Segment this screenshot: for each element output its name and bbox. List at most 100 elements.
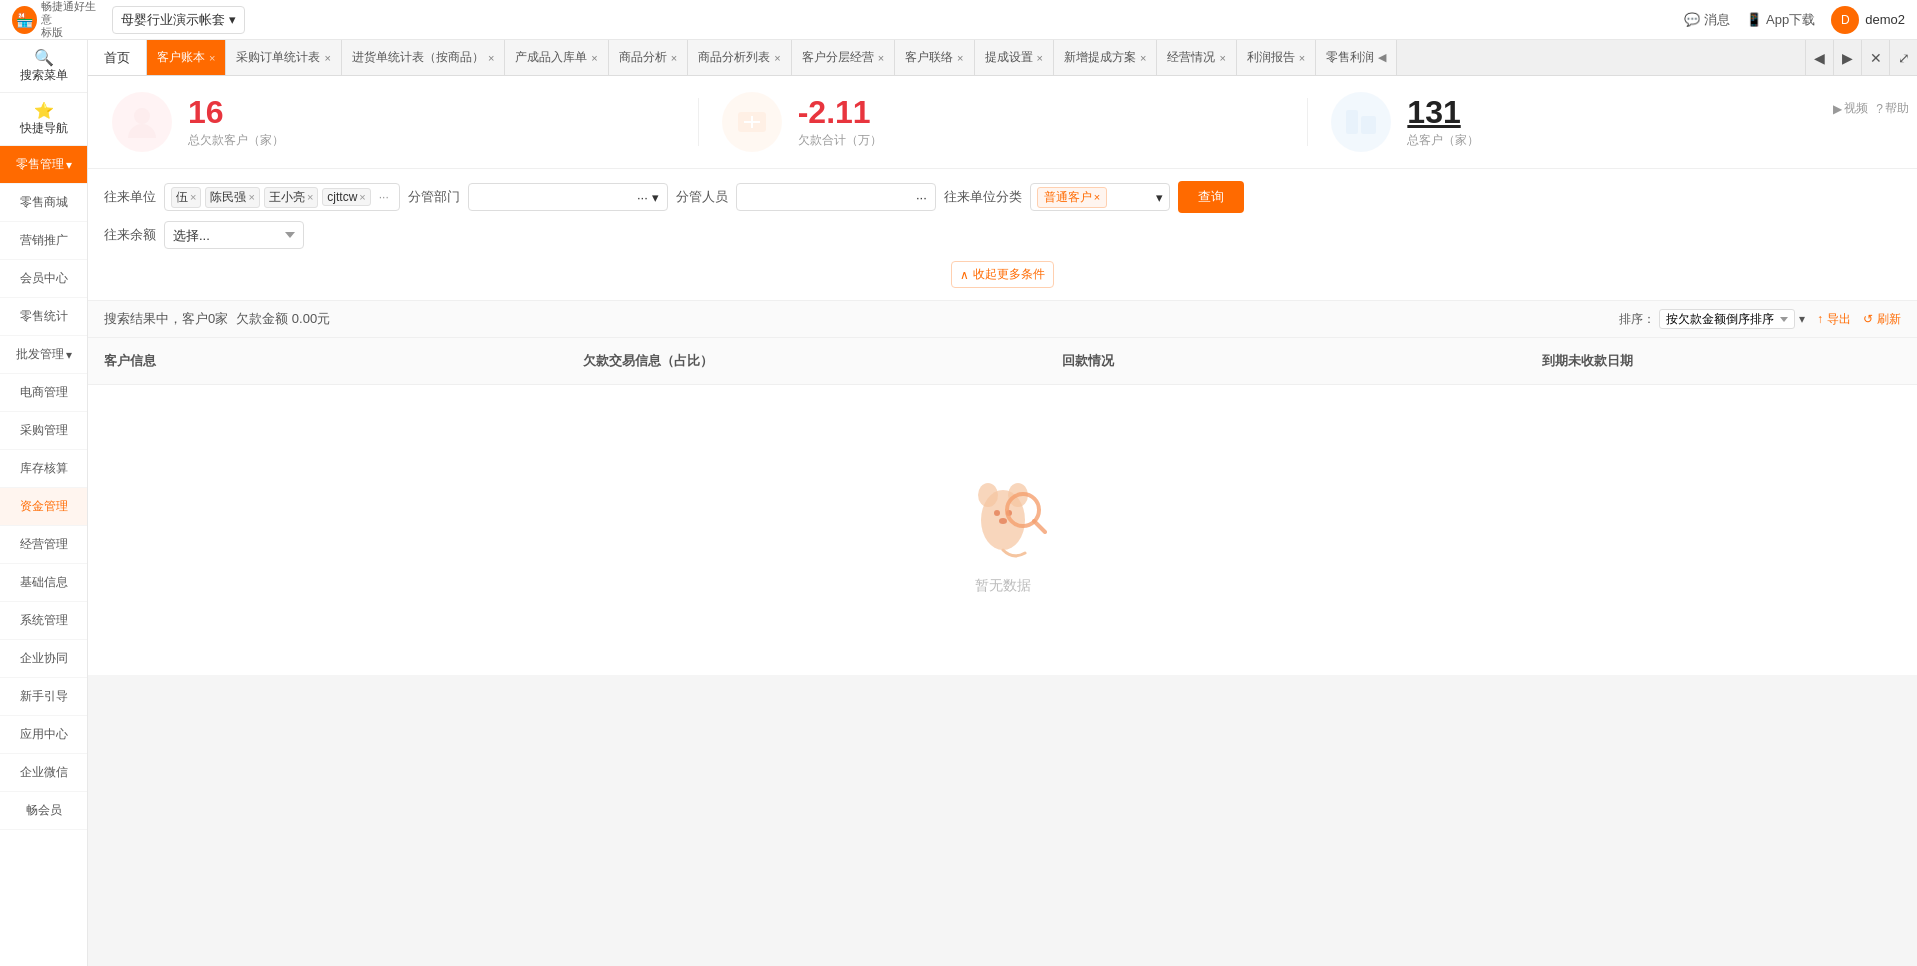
tab-close-icon[interactable]: ×: [878, 52, 884, 64]
sidebar-item-app-center[interactable]: 应用中心: [0, 716, 87, 754]
help-link[interactable]: ? 帮助: [1876, 100, 1909, 117]
stat-icon-1: [112, 92, 172, 152]
tab-close-icon[interactable]: ×: [488, 52, 494, 64]
tab-purchase-order-stats[interactable]: 采购订单统计表 ×: [226, 40, 341, 75]
unit-tags-input[interactable]: 伍 × 陈民强 × 王小亮 × cjttcw ×: [164, 183, 400, 211]
tab-close-icon[interactable]: ◀: [1378, 51, 1386, 64]
tab-prev-button[interactable]: ◀: [1805, 40, 1833, 76]
sort-chevron-icon: ▾: [1799, 312, 1805, 326]
tab-close-icon[interactable]: ×: [774, 52, 780, 64]
sys-mgmt-label: 系统管理: [4, 612, 83, 629]
person-select[interactable]: ···: [736, 183, 936, 211]
sidebar-item-inventory[interactable]: 库存核算: [0, 450, 87, 488]
sidebar-item-sys-mgmt[interactable]: 系统管理: [0, 602, 87, 640]
refresh-button[interactable]: ↺ 刷新: [1863, 311, 1901, 328]
tab-purchase-stats-product[interactable]: 进货单统计表（按商品） ×: [342, 40, 505, 75]
tab-close-icon[interactable]: ×: [1037, 52, 1043, 64]
tab-product-cost-entry[interactable]: 产成品入库单 ×: [505, 40, 608, 75]
tab-close-icon[interactable]: ×: [1299, 52, 1305, 64]
sidebar-search[interactable]: 🔍 搜索菜单: [0, 40, 87, 93]
username-label: demo2: [1865, 12, 1905, 27]
tab-maximize-button[interactable]: ⤢: [1889, 40, 1917, 76]
unit-tag-chen-close[interactable]: ×: [248, 191, 254, 203]
sidebar-item-ecommerce[interactable]: 电商管理: [0, 374, 87, 412]
tab-close-icon[interactable]: ×: [591, 52, 597, 64]
logo-version: 标版: [41, 26, 100, 39]
sidebar-item-capital-mgmt[interactable]: 资金管理: [0, 488, 87, 526]
unit-class-tag-close[interactable]: ×: [1094, 191, 1100, 203]
main-layout: 🔍 搜索菜单 ⭐ 快捷导航 零售管理 ▾ 零售商城 营销推广 会员中心 零售统计…: [0, 40, 1917, 966]
collapse-filters-button[interactable]: ∧ 收起更多条件: [951, 261, 1054, 288]
tab-close-icon[interactable]: ×: [209, 52, 215, 64]
svg-point-5: [978, 483, 998, 507]
tab-retail-profit[interactable]: 零售利润 ◀: [1316, 40, 1397, 75]
tab-product-analysis-list[interactable]: 商品分析列表 ×: [688, 40, 791, 75]
sidebar-item-vip-member[interactable]: 畅会员: [0, 792, 87, 830]
sidebar-item-member-center[interactable]: 会员中心: [0, 260, 87, 298]
tab-close-icon[interactable]: ×: [324, 52, 330, 64]
sidebar-item-zero-retail[interactable]: 零售管理 ▾: [0, 146, 87, 184]
tab-close-all-button[interactable]: ✕: [1861, 40, 1889, 76]
refresh-label: 刷新: [1877, 311, 1901, 328]
sidebar-item-marketing[interactable]: 营销推广: [0, 222, 87, 260]
tenant-selector[interactable]: 母婴行业演示帐套 ▾: [112, 6, 245, 34]
tab-close-icon[interactable]: ×: [1219, 52, 1225, 64]
unit-tag-wang-close[interactable]: ×: [307, 191, 313, 203]
chevron-up-icon: ∧: [960, 268, 969, 282]
tab-home[interactable]: 首页: [88, 40, 147, 75]
chevron-down-icon: ▾: [229, 12, 236, 27]
unit-tag-chen: 陈民强 ×: [205, 187, 259, 208]
app-download-label: App下载: [1766, 11, 1815, 29]
marketing-label: 营销推广: [4, 232, 83, 249]
query-button[interactable]: 查询: [1178, 181, 1244, 213]
sort-label: 排序：: [1619, 311, 1655, 328]
unit-class-select[interactable]: 普通客户 × ▾: [1030, 183, 1170, 211]
unit-tag-wang: 王小亮 ×: [264, 187, 318, 208]
sidebar-item-batch-mgmt[interactable]: 批发管理 ▾: [0, 336, 87, 374]
user-menu[interactable]: D demo2: [1831, 6, 1905, 34]
dept-select[interactable]: ··· ▾: [468, 183, 668, 211]
balance-select[interactable]: 选择...: [164, 221, 304, 249]
filter-more-btn[interactable]: ···: [375, 188, 393, 206]
sidebar-item-zero-mall[interactable]: 零售商城: [0, 184, 87, 222]
stat-info-3: 131 总客户（家）: [1407, 96, 1479, 149]
stat-card-customers: 16 总欠款客户（家）: [88, 92, 698, 152]
message-button[interactable]: 💬 消息: [1684, 11, 1730, 29]
unit-tag-wu-close[interactable]: ×: [190, 191, 196, 203]
export-button[interactable]: ↑ 导出: [1817, 311, 1851, 328]
tab-next-button[interactable]: ▶: [1833, 40, 1861, 76]
top-bar-actions: 💬 消息 📱 App下载 D demo2: [1684, 6, 1905, 34]
tab-product-analysis[interactable]: 商品分析 ×: [609, 40, 688, 75]
tab-bar: 首页 客户账本 × 采购订单统计表 × 进货单统计表（按商品） × 产成品入库单…: [88, 40, 1917, 76]
tab-new-promote-plan[interactable]: 新增提成方案 ×: [1054, 40, 1157, 75]
refresh-icon: ↺: [1863, 312, 1873, 326]
tab-close-icon[interactable]: ×: [1140, 52, 1146, 64]
tab-close-icon[interactable]: ×: [957, 52, 963, 64]
balance-filter-label: 往来余额: [104, 226, 156, 244]
stat-icon-area-3: [1331, 92, 1391, 152]
video-link[interactable]: ▶ 视频: [1833, 100, 1868, 117]
sidebar-quick-nav[interactable]: ⭐ 快捷导航: [0, 93, 87, 146]
svg-line-10: [1034, 521, 1045, 532]
base-info-label: 基础信息: [4, 574, 83, 591]
content-area: 首页 客户账本 × 采购订单统计表 × 进货单统计表（按商品） × 产成品入库单…: [88, 40, 1917, 966]
stat-info-1: 16 总欠款客户（家）: [188, 96, 284, 149]
tab-profit-report[interactable]: 利润报告 ×: [1237, 40, 1316, 75]
sidebar-item-enterprise-wx[interactable]: 企业微信: [0, 754, 87, 792]
unit-tag-cjttcw-close[interactable]: ×: [359, 191, 365, 203]
sidebar-item-zero-stat[interactable]: 零售统计: [0, 298, 87, 336]
tab-promote-settings[interactable]: 提成设置 ×: [975, 40, 1054, 75]
sidebar-item-new-guide[interactable]: 新手引导: [0, 678, 87, 716]
tab-customer-tier-ops[interactable]: 客户分层经营 ×: [792, 40, 895, 75]
stat-label-2: 欠款合计（万）: [798, 132, 882, 149]
tab-customer-contact[interactable]: 客户联络 ×: [895, 40, 974, 75]
tab-operations-situation[interactable]: 经营情况 ×: [1157, 40, 1236, 75]
app-download-button[interactable]: 📱 App下载: [1746, 11, 1815, 29]
sort-select[interactable]: 按欠款金额倒序排序: [1659, 309, 1795, 329]
sidebar-item-purchase-mgmt[interactable]: 采购管理: [0, 412, 87, 450]
sidebar-item-operations-mgmt[interactable]: 经营管理: [0, 526, 87, 564]
sidebar-item-enterprise-coop[interactable]: 企业协同: [0, 640, 87, 678]
tab-customer-balance[interactable]: 客户账本 ×: [147, 40, 226, 75]
sidebar-item-base-info[interactable]: 基础信息: [0, 564, 87, 602]
tab-close-icon[interactable]: ×: [671, 52, 677, 64]
